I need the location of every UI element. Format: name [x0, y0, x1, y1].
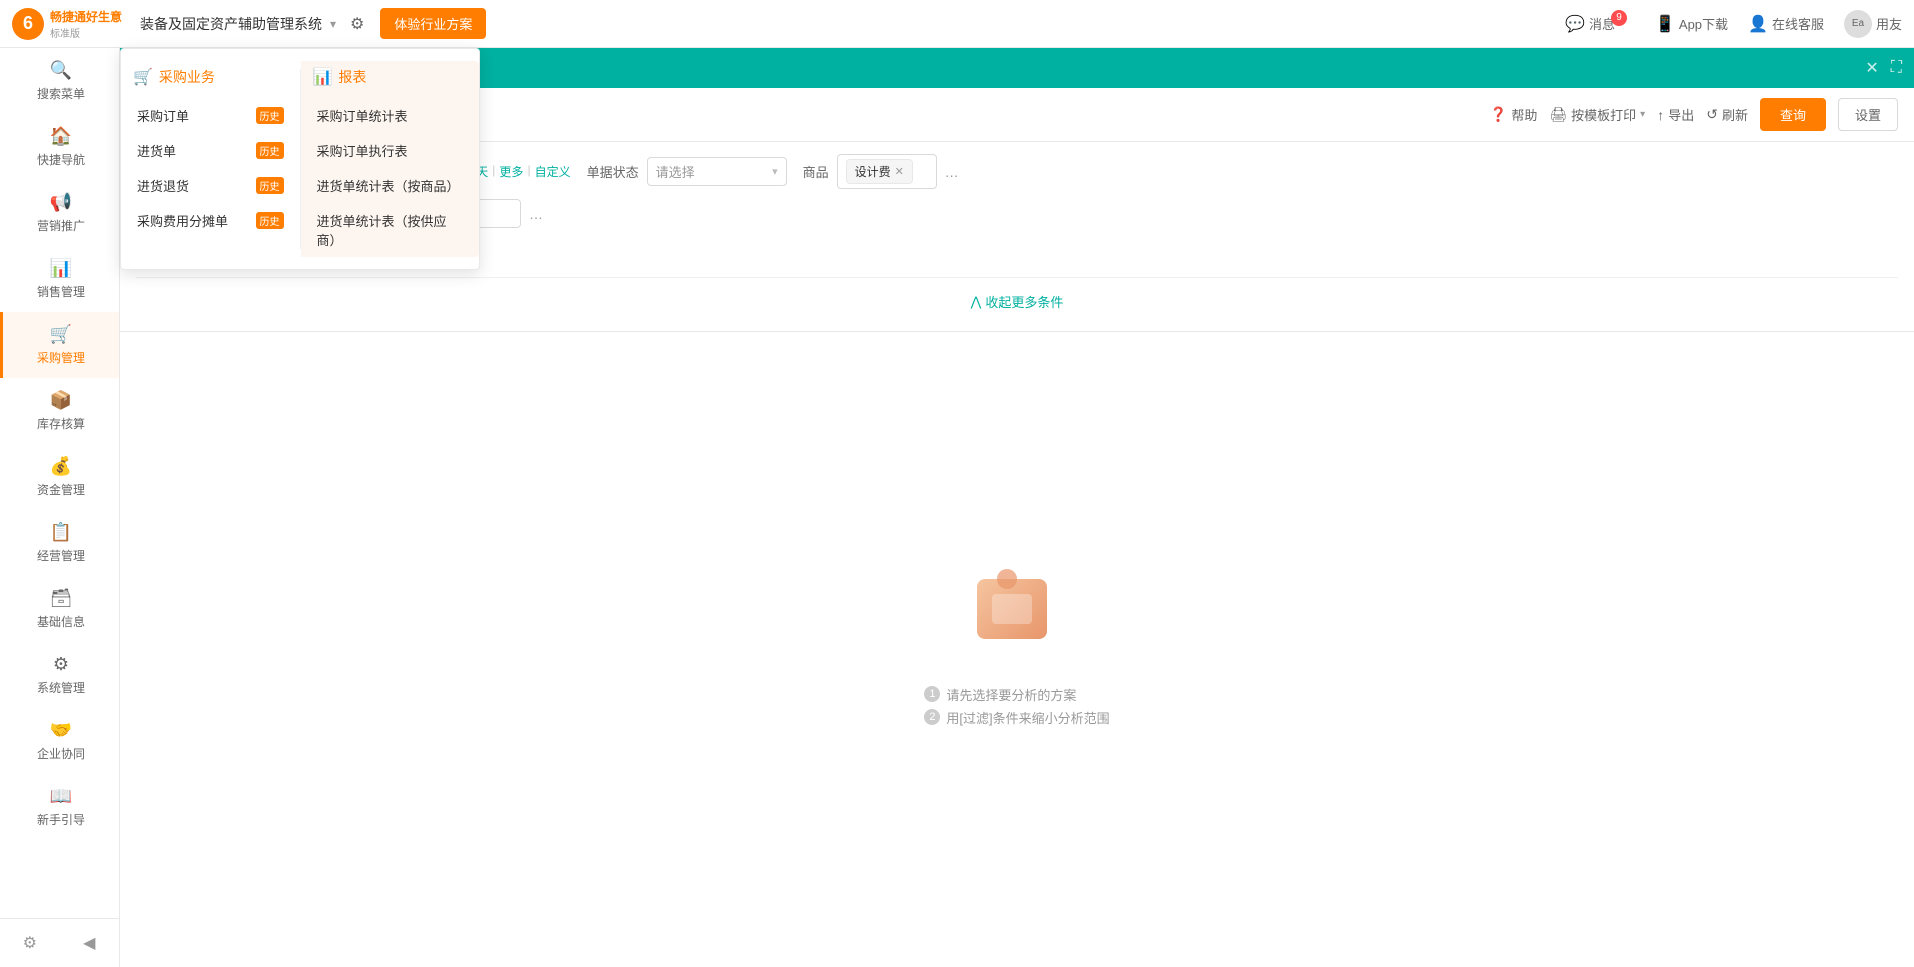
menu-item-goods-in-stats-goods[interactable]: 进货单统计表（按商品）	[313, 168, 468, 203]
sidebar-collapse-btn[interactable]: ◀	[60, 927, 120, 959]
message-icon: 💬	[1565, 14, 1585, 34]
sidebar-item-operations[interactable]: 📋 经营管理	[0, 510, 119, 576]
sidebar-item-system[interactable]: ⚙ 系统管理	[0, 642, 119, 708]
help-icon: ❓	[1490, 106, 1507, 123]
service-icon: 👤	[1748, 14, 1768, 34]
print-dropdown-icon: ▾	[1640, 109, 1645, 120]
system-title: 装备及固定资产辅助管理系统 ▾ ⚙	[140, 14, 364, 34]
shortcut-custom[interactable]: 自定义	[535, 163, 571, 180]
filter-voucher-status: 单据状态 请选择 ▾	[587, 157, 787, 186]
marketing-icon: 📢	[50, 192, 72, 213]
system-settings-icon[interactable]: ⚙	[350, 14, 364, 34]
report-menu-icon: 📊	[313, 67, 333, 87]
tip-num-2: 2	[924, 709, 940, 725]
goods-tag: 设计费 ✕	[846, 159, 913, 184]
tab-close-all-btn[interactable]: ✕	[1861, 54, 1882, 82]
menu-item-goods-in[interactable]: 进货单 历史	[133, 133, 288, 168]
system-title-dropdown[interactable]: ▾	[330, 17, 336, 31]
shortcut-more[interactable]: 更多	[499, 163, 523, 180]
export-button[interactable]: ↑ 导出	[1657, 105, 1694, 124]
tab-expand-btn[interactable]: ⛶	[1887, 55, 1906, 81]
home-icon: 🏠	[50, 126, 72, 147]
logo-icon: 6	[12, 8, 44, 40]
sidebar-item-quick[interactable]: 🏠 快捷导航	[0, 114, 119, 180]
logo-text: 畅捷通好生意 标准版	[50, 8, 122, 40]
dropdown-menu: 🛒 采购业务 采购订单 历史 进货单 历史	[120, 48, 480, 270]
user-action[interactable]: Ea 用友	[1844, 10, 1902, 38]
header-right: 💬 消息 9 📱 App下载 👤 在线客服 Ea 用友	[1565, 10, 1902, 38]
content-area: 首页 销售排行榜 ✕ ✕ ⛶ ❓ 帮助 🖨 按模板打印	[120, 48, 1914, 967]
sidebar-item-marketing[interactable]: 📢 营销推广	[0, 180, 119, 246]
empty-tips: 1 请先选择要分析的方案 2 用[过滤]条件来缩小分析范围	[924, 681, 1109, 731]
top-header: 6 畅捷通好生意 标准版 装备及固定资产辅助管理系统 ▾ ⚙ 体验行业方案 💬 …	[0, 0, 1914, 48]
menu-item-purchase-order[interactable]: 采购订单 历史	[133, 98, 288, 133]
logo-area: 6 畅捷通好生意 标准版	[12, 8, 132, 40]
enterprise-icon: 🤝	[50, 720, 72, 741]
refresh-icon: ↺	[1706, 106, 1718, 123]
menu-item-goods-in-stats-supplier[interactable]: 进货单统计表（按供应商）	[313, 203, 468, 257]
sidebar-item-sales[interactable]: 📊 销售管理	[0, 246, 119, 312]
collapse-icon: ◀	[83, 933, 95, 953]
collapse-button[interactable]: ⋀ 收起更多条件	[136, 284, 1898, 319]
sidebar-bottom: ⚙ ◀	[0, 918, 119, 967]
message-badge: 9	[1611, 10, 1627, 26]
online-service-action[interactable]: 👤 在线客服	[1748, 14, 1824, 34]
sidebar-item-finance[interactable]: 💰 资金管理	[0, 444, 119, 510]
menu-item-purchase-order-exec[interactable]: 采购订单执行表	[313, 133, 468, 168]
user-avatar: Ea	[1844, 10, 1872, 38]
dropdown-menu-overlay: 🛒 采购业务 采购订单 历史 进货单 历史	[120, 48, 480, 270]
menu-section-purchase: 🛒 采购业务 采购订单 历史 进货单 历史	[121, 61, 300, 257]
print-button[interactable]: 🖨 按模板打印 ▾	[1549, 105, 1645, 124]
salesperson-more-icon[interactable]: …	[529, 206, 543, 222]
print-icon: 🖨	[1549, 106, 1567, 123]
menu-item-goods-return[interactable]: 进货退货 历史	[133, 168, 288, 203]
main-layout: 🔍 搜索菜单 🏠 快捷导航 📢 营销推广 📊 销售管理 🛒 采购管理 📦 库存核…	[0, 48, 1914, 967]
sidebar-item-search[interactable]: 🔍 搜索菜单	[0, 48, 119, 114]
export-icon: ↑	[1657, 107, 1664, 123]
empty-state: 1 请先选择要分析的方案 2 用[过滤]条件来缩小分析范围	[120, 332, 1914, 967]
menu-item-purchase-expense[interactable]: 采购费用分摊单 历史	[133, 203, 288, 238]
collapse-up-icon: ⋀	[971, 294, 982, 310]
sidebar-item-inventory[interactable]: 📦 库存核算	[0, 378, 119, 444]
filter-goods: 商品 设计费 ✕ …	[803, 154, 959, 189]
settings-button[interactable]: 设置	[1838, 98, 1898, 131]
sidebar-item-basic[interactable]: 🗃 基础信息	[0, 576, 119, 642]
basic-icon: 🗃	[50, 588, 73, 609]
menu-section-report: 📊 报表 采购订单统计表 采购订单执行表 进货单统计表（按商品） 进货单统计表（…	[301, 61, 480, 257]
sidebar-item-purchase[interactable]: 🛒 采购管理	[0, 312, 119, 378]
empty-illustration	[967, 569, 1067, 669]
phone-icon: 📱	[1655, 14, 1675, 34]
settings-gear-icon: ⚙	[23, 933, 37, 953]
sidebar-item-enterprise[interactable]: 🤝 企业协同	[0, 708, 119, 774]
message-action[interactable]: 💬 消息 9	[1565, 14, 1635, 34]
sidebar-item-guide[interactable]: 📖 新手引导	[0, 774, 119, 840]
trial-button[interactable]: 体验行业方案	[380, 8, 486, 39]
sidebar: 🔍 搜索菜单 🏠 快捷导航 📢 营销推广 📊 销售管理 🛒 采购管理 📦 库存核…	[0, 48, 120, 967]
menu-item-purchase-order-stats[interactable]: 采购订单统计表	[313, 98, 468, 133]
system-icon: ⚙	[53, 654, 69, 675]
goods-more-icon[interactable]: …	[945, 164, 959, 180]
finance-icon: 💰	[50, 456, 72, 477]
sales-icon: 📊	[50, 258, 72, 279]
menu-purchase-title: 🛒 采购业务	[133, 61, 288, 98]
query-button[interactable]: 查询	[1760, 98, 1826, 131]
help-button[interactable]: ❓ 帮助	[1490, 105, 1537, 124]
sidebar-settings-btn[interactable]: ⚙	[0, 927, 60, 959]
purchase-menu-icon: 🛒	[133, 67, 153, 87]
tab-bar-right: ✕ ⛶	[1861, 54, 1914, 82]
operations-icon: 📋	[50, 522, 72, 543]
app-download-action[interactable]: 📱 App下载	[1655, 14, 1728, 34]
goods-tag-close[interactable]: ✕	[895, 165, 904, 178]
tip-num-1: 1	[924, 686, 940, 702]
purchase-icon: 🛒	[50, 324, 72, 345]
guide-icon: 📖	[50, 786, 72, 807]
menu-report-title: 📊 报表	[313, 61, 468, 98]
voucher-status-dropdown-icon: ▾	[772, 165, 778, 178]
inventory-icon: 📦	[50, 390, 72, 411]
search-icon: 🔍	[50, 60, 72, 81]
refresh-button[interactable]: ↺ 刷新	[1706, 105, 1748, 124]
